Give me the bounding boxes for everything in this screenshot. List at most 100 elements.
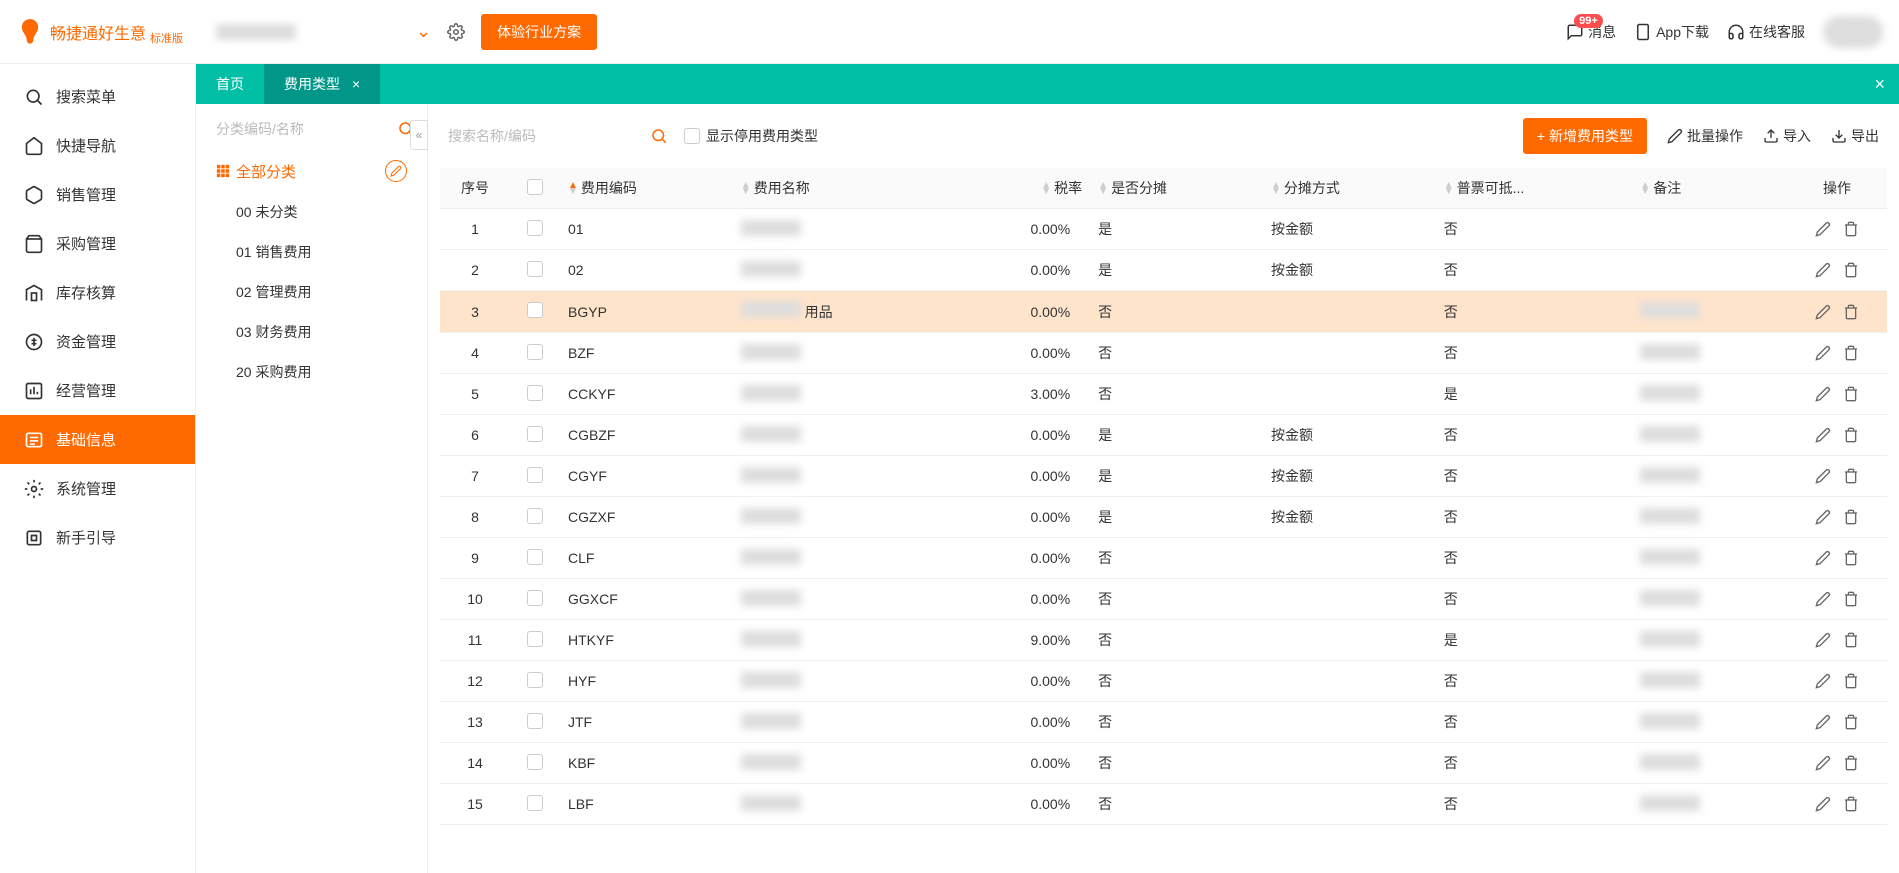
cell-checkbox[interactable]	[510, 497, 560, 538]
edit-icon[interactable]	[1815, 673, 1831, 689]
edit-icon[interactable]	[1815, 714, 1831, 730]
table-row[interactable]: 15LBF0.00%否否	[440, 784, 1887, 825]
cell-checkbox[interactable]	[510, 250, 560, 291]
cell-checkbox[interactable]	[510, 538, 560, 579]
cell-checkbox[interactable]	[510, 661, 560, 702]
delete-icon[interactable]	[1843, 591, 1859, 607]
app-download[interactable]: App下载	[1634, 22, 1709, 42]
th-rate[interactable]: ▲▼税率	[952, 168, 1090, 209]
table-row[interactable]: 13JTF0.00%否否	[440, 702, 1887, 743]
messages[interactable]: 99+ 消息	[1566, 22, 1616, 42]
settings-icon[interactable]	[447, 23, 465, 41]
th-seq[interactable]: 序号	[440, 168, 510, 209]
show-disabled-checkbox[interactable]: 显示停用费用类型	[684, 126, 818, 146]
table-row[interactable]: 2020.00%是按金额否	[440, 250, 1887, 291]
edit-icon[interactable]	[1815, 796, 1831, 812]
sidebar-item-4[interactable]: 库存核算	[0, 268, 195, 317]
th-deduct[interactable]: ▲▼普票可抵...	[1436, 168, 1633, 209]
table-row[interactable]: 5CCKYF3.00%否是	[440, 374, 1887, 415]
cell-checkbox[interactable]	[510, 620, 560, 661]
sidebar-item-5[interactable]: 资金管理	[0, 317, 195, 366]
cell-checkbox[interactable]	[510, 743, 560, 784]
th-method[interactable]: ▲▼分摊方式	[1263, 168, 1436, 209]
category-item-1[interactable]: 01 销售费用	[196, 232, 427, 272]
delete-icon[interactable]	[1843, 632, 1859, 648]
cell-checkbox[interactable]	[510, 333, 560, 374]
table-row[interactable]: 11HTKYF9.00%否是	[440, 620, 1887, 661]
edit-icon[interactable]	[1815, 632, 1831, 648]
sidebar-item-0[interactable]: 搜索菜单	[0, 72, 195, 121]
delete-icon[interactable]	[1843, 714, 1859, 730]
tab-1[interactable]: 费用类型×	[264, 64, 380, 104]
th-checkbox[interactable]	[510, 168, 560, 209]
edit-icon[interactable]	[1815, 509, 1831, 525]
table-search-input[interactable]	[448, 128, 650, 144]
sidebar-item-6[interactable]: 经营管理	[0, 366, 195, 415]
delete-icon[interactable]	[1843, 304, 1859, 320]
th-split[interactable]: ▲▼是否分摊	[1090, 168, 1263, 209]
sidebar-item-9[interactable]: 新手引导	[0, 513, 195, 562]
table-row[interactable]: 8CGZXF0.00%是按金额否	[440, 497, 1887, 538]
sidebar-item-1[interactable]: 快捷导航	[0, 121, 195, 170]
cell-checkbox[interactable]	[510, 702, 560, 743]
collapse-handle[interactable]: «	[410, 120, 428, 150]
edit-icon[interactable]	[1815, 304, 1831, 320]
th-remark[interactable]: ▲▼备注	[1632, 168, 1787, 209]
delete-icon[interactable]	[1843, 221, 1859, 237]
category-item-3[interactable]: 03 财务费用	[196, 312, 427, 352]
search-icon[interactable]	[650, 127, 668, 145]
edit-icon[interactable]	[1815, 345, 1831, 361]
sidebar-item-3[interactable]: 采购管理	[0, 219, 195, 268]
table-row[interactable]: 3BGYP 用品0.00%否否	[440, 291, 1887, 333]
cell-checkbox[interactable]	[510, 291, 560, 333]
th-name[interactable]: ▲▼费用名称	[733, 168, 953, 209]
add-button[interactable]: + 新增费用类型	[1523, 118, 1647, 154]
support[interactable]: 在线客服	[1727, 22, 1805, 42]
cell-checkbox[interactable]	[510, 209, 560, 250]
th-code[interactable]: ▲▼费用编码	[560, 168, 733, 209]
category-item-2[interactable]: 02 管理费用	[196, 272, 427, 312]
cell-checkbox[interactable]	[510, 579, 560, 620]
delete-icon[interactable]	[1843, 345, 1859, 361]
edit-icon[interactable]	[1815, 591, 1831, 607]
category-item-4[interactable]: 20 采购费用	[196, 352, 427, 392]
delete-icon[interactable]	[1843, 262, 1859, 278]
close-icon[interactable]: ×	[352, 76, 360, 92]
delete-icon[interactable]	[1843, 796, 1859, 812]
category-all[interactable]: 全部分类	[196, 150, 427, 192]
table-row[interactable]: 12HYF0.00%否否	[440, 661, 1887, 702]
delete-icon[interactable]	[1843, 468, 1859, 484]
table-row[interactable]: 4BZF0.00%否否	[440, 333, 1887, 374]
edit-icon[interactable]	[1815, 468, 1831, 484]
delete-icon[interactable]	[1843, 550, 1859, 566]
edit-icon[interactable]	[1815, 427, 1831, 443]
export-button[interactable]: 导出	[1831, 126, 1879, 146]
table-row[interactable]: 1010.00%是按金额否	[440, 209, 1887, 250]
table-row[interactable]: 6CGBZF0.00%是按金额否	[440, 415, 1887, 456]
delete-icon[interactable]	[1843, 755, 1859, 771]
cell-checkbox[interactable]	[510, 456, 560, 497]
edit-icon[interactable]	[1815, 262, 1831, 278]
delete-icon[interactable]	[1843, 509, 1859, 525]
avatar[interactable]	[1823, 16, 1883, 48]
delete-icon[interactable]	[1843, 427, 1859, 443]
sidebar-item-7[interactable]: 基础信息	[0, 415, 195, 464]
batch-button[interactable]: 批量操作	[1667, 126, 1743, 146]
edit-icon[interactable]	[1815, 221, 1831, 237]
tab-0[interactable]: 首页	[196, 64, 264, 104]
table-row[interactable]: 7CGYF0.00%是按金额否	[440, 456, 1887, 497]
cell-checkbox[interactable]	[510, 415, 560, 456]
table-row[interactable]: 14KBF0.00%否否	[440, 743, 1887, 784]
category-edit-button[interactable]	[385, 160, 407, 182]
cell-checkbox[interactable]	[510, 374, 560, 415]
delete-icon[interactable]	[1843, 386, 1859, 402]
category-item-0[interactable]: 00 未分类	[196, 192, 427, 232]
edit-icon[interactable]	[1815, 755, 1831, 771]
cell-checkbox[interactable]	[510, 784, 560, 825]
edit-icon[interactable]	[1815, 550, 1831, 566]
company-selector[interactable]: ⌄	[216, 21, 431, 42]
table-row[interactable]: 10GGXCF0.00%否否	[440, 579, 1887, 620]
table-row[interactable]: 9CLF0.00%否否	[440, 538, 1887, 579]
edit-icon[interactable]	[1815, 386, 1831, 402]
close-all-icon[interactable]: ×	[1860, 74, 1899, 95]
